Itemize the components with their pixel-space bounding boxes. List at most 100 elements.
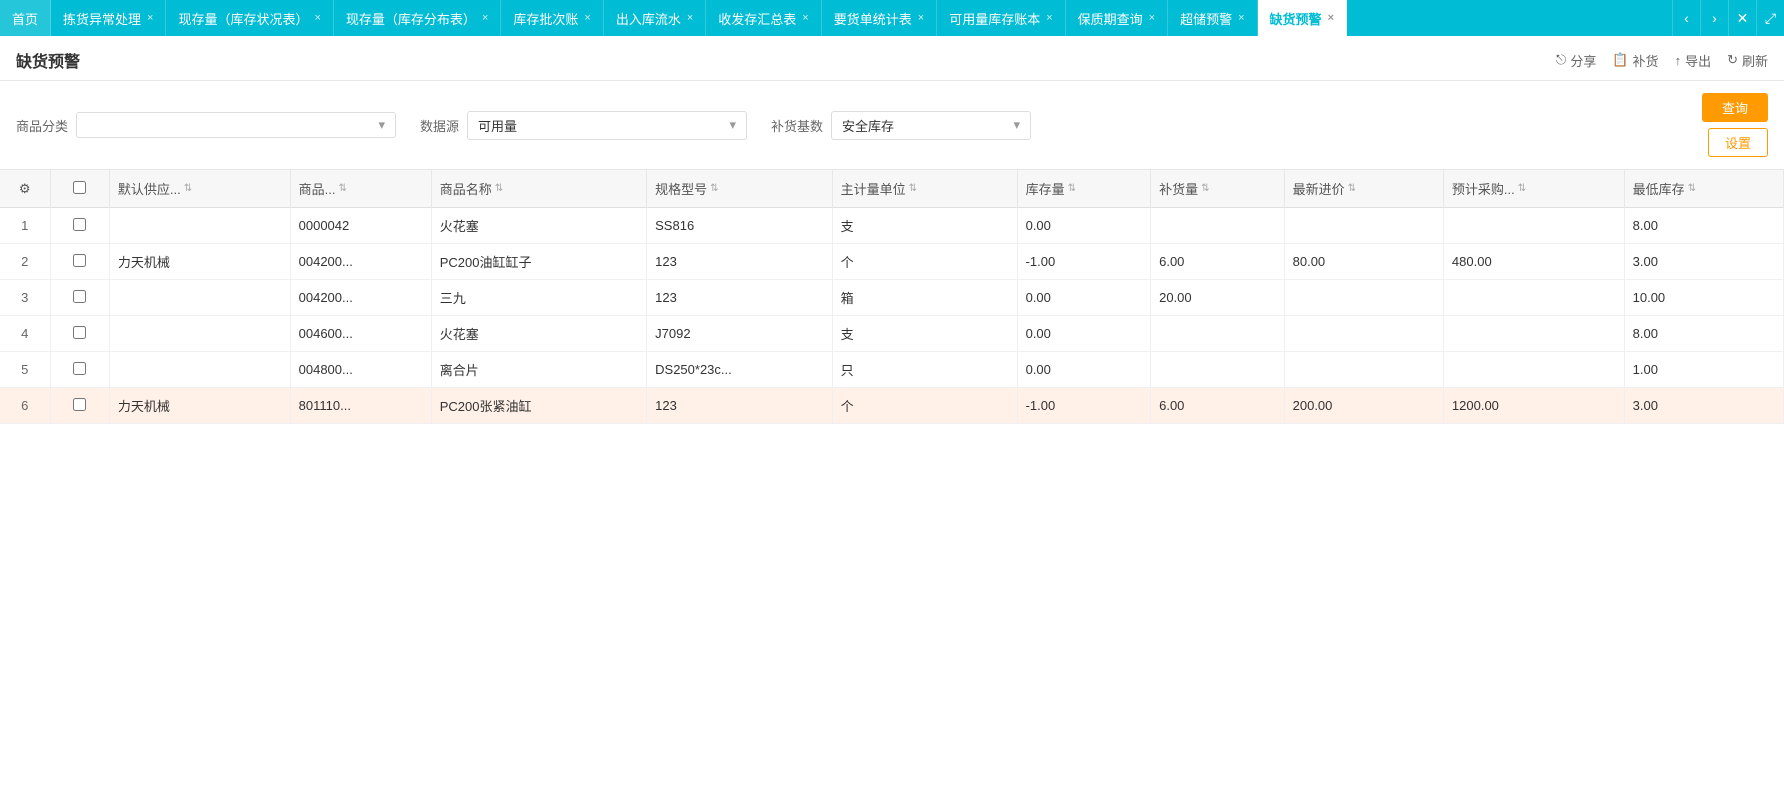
close-icon[interactable]: × (584, 12, 590, 24)
close-icon[interactable]: × (314, 12, 320, 24)
expand-button[interactable]: ⤢ (1756, 0, 1784, 36)
cell-est-purchase: 480.00 (1443, 244, 1624, 280)
column-product-name[interactable]: 商品名称 ⇅ (431, 170, 646, 208)
column-checkbox (50, 170, 109, 208)
close-icon[interactable]: × (1328, 12, 1334, 24)
tab-label: 收发存汇总表 (718, 9, 796, 28)
row-number: 6 (0, 388, 50, 424)
cell-unit: 支 (832, 316, 1017, 352)
cell-replenish: 20.00 (1151, 280, 1285, 316)
row-checkbox[interactable] (73, 290, 86, 303)
cell-default-supplier: 力天机械 (109, 388, 290, 424)
column-gear[interactable]: ⚙ (0, 170, 50, 208)
tab-summary[interactable]: 收发存汇总表 × (706, 0, 821, 36)
row-checkbox[interactable] (73, 218, 86, 231)
query-button[interactable]: 查询 (1702, 93, 1768, 122)
tab-requisition[interactable]: 要货单统计表 × (822, 0, 937, 36)
chevron-down-icon: ▾ (378, 117, 385, 133)
replenish-basis-select[interactable]: 安全库存 ▾ (831, 111, 1031, 140)
cell-spec: 123 (647, 388, 832, 424)
replenish-icon: 📋 (1612, 52, 1628, 68)
tab-available-stock[interactable]: 可用量库存账本 × (937, 0, 1065, 36)
column-default-supplier[interactable]: 默认供应... ⇅ (109, 170, 290, 208)
row-checkbox-cell[interactable] (50, 208, 109, 244)
cell-stock: 0.00 (1017, 352, 1151, 388)
sort-icon: ⇅ (1518, 183, 1526, 194)
close-icon[interactable]: × (1238, 12, 1244, 24)
close-icon[interactable]: × (1046, 12, 1052, 24)
row-number: 2 (0, 244, 50, 280)
column-latest-price[interactable]: 最新进价 ⇅ (1284, 170, 1443, 208)
tab-flow[interactable]: 出入库流水 × (604, 0, 706, 36)
select-all-checkbox[interactable] (73, 181, 86, 194)
tab-label: 超储预警 (1180, 9, 1232, 28)
tab-overstock[interactable]: 超储预警 × (1168, 0, 1257, 36)
page-header: 缺货预警 ⎋ 分享 📋 补货 ↑ 导出 ↻ 刷新 (0, 36, 1784, 81)
cell-product-name: 火花塞 (431, 316, 646, 352)
category-select[interactable]: ▾ (76, 112, 396, 138)
cell-stock: 0.00 (1017, 280, 1151, 316)
col-label: 库存量 (1026, 179, 1065, 198)
cell-unit: 只 (832, 352, 1017, 388)
cell-product-name: 火花塞 (431, 208, 646, 244)
column-stock[interactable]: 库存量 ⇅ (1017, 170, 1151, 208)
column-min-stock[interactable]: 最低库存 ⇅ (1624, 170, 1783, 208)
export-label: 导出 (1685, 51, 1711, 70)
column-product-code[interactable]: 商品... ⇅ (290, 170, 431, 208)
tab-shortage[interactable]: 缺货预警 × (1258, 0, 1347, 36)
tab-label: 要货单统计表 (834, 9, 912, 28)
tab-inventory-dist[interactable]: 现存量（库存分布表） × (334, 0, 501, 36)
tab-home[interactable]: 首页 (0, 0, 51, 36)
cell-est-purchase (1443, 208, 1624, 244)
sort-icon: ⇅ (184, 183, 192, 194)
refresh-button[interactable]: ↻ 刷新 (1727, 51, 1768, 70)
cell-product-code: 004800... (290, 352, 431, 388)
column-est-purchase[interactable]: 预计采购... ⇅ (1443, 170, 1624, 208)
cell-product-code: 004200... (290, 280, 431, 316)
row-checkbox-cell[interactable] (50, 316, 109, 352)
column-replenish[interactable]: 补货量 ⇅ (1151, 170, 1285, 208)
close-tab-button[interactable]: ✕ (1728, 0, 1756, 36)
chevron-down-icon: ▾ (1014, 117, 1021, 133)
share-button[interactable]: ⎋ 分享 (1556, 51, 1596, 70)
tab-inventory-status[interactable]: 现存量（库存状况表） × (166, 0, 333, 36)
cell-replenish (1151, 352, 1285, 388)
cell-est-purchase: 1200.00 (1443, 388, 1624, 424)
header-actions: ⎋ 分享 📋 补货 ↑ 导出 ↻ 刷新 (1556, 51, 1768, 70)
settings-button[interactable]: 设置 (1708, 128, 1768, 157)
prev-tab-button[interactable]: ‹ (1672, 0, 1700, 36)
row-checkbox-cell[interactable] (50, 388, 109, 424)
tab-batch-account[interactable]: 库存批次账 × (501, 0, 603, 36)
table-row: 4 004600... 火花塞 J7092 支 0.00 8.00 (0, 316, 1784, 352)
datasource-select[interactable]: 可用量 ▾ (467, 111, 747, 140)
cell-replenish: 6.00 (1151, 244, 1285, 280)
tab-picking-anomaly[interactable]: 拣货异常处理 × (51, 0, 166, 36)
category-label: 商品分类 (16, 116, 68, 135)
close-icon[interactable]: × (1149, 12, 1155, 24)
row-checkbox[interactable] (73, 362, 86, 375)
tab-expiry[interactable]: 保质期查询 × (1066, 0, 1168, 36)
row-checkbox[interactable] (73, 254, 86, 267)
share-label: 分享 (1570, 51, 1596, 70)
row-checkbox[interactable] (73, 326, 86, 339)
close-icon[interactable]: × (802, 12, 808, 24)
sort-icon: ⇅ (1348, 183, 1356, 194)
tab-label: 可用量库存账本 (949, 9, 1040, 28)
column-unit[interactable]: 主计量单位 ⇅ (832, 170, 1017, 208)
row-checkbox[interactable] (73, 398, 86, 411)
close-icon[interactable]: × (482, 12, 488, 24)
replenish-button[interactable]: 📋 补货 (1612, 51, 1658, 70)
cell-product-code: 0000042 (290, 208, 431, 244)
row-checkbox-cell[interactable] (50, 352, 109, 388)
export-button[interactable]: ↑ 导出 (1675, 51, 1712, 70)
row-checkbox-cell[interactable] (50, 280, 109, 316)
next-tab-button[interactable]: › (1700, 0, 1728, 36)
row-checkbox-cell[interactable] (50, 244, 109, 280)
close-icon[interactable]: × (687, 12, 693, 24)
cell-stock: 0.00 (1017, 208, 1151, 244)
cell-product-name: PC200张紧油缸 (431, 388, 646, 424)
close-icon[interactable]: × (147, 12, 153, 24)
column-spec[interactable]: 规格型号 ⇅ (647, 170, 832, 208)
cell-latest-price: 200.00 (1284, 388, 1443, 424)
close-icon[interactable]: × (918, 12, 924, 24)
